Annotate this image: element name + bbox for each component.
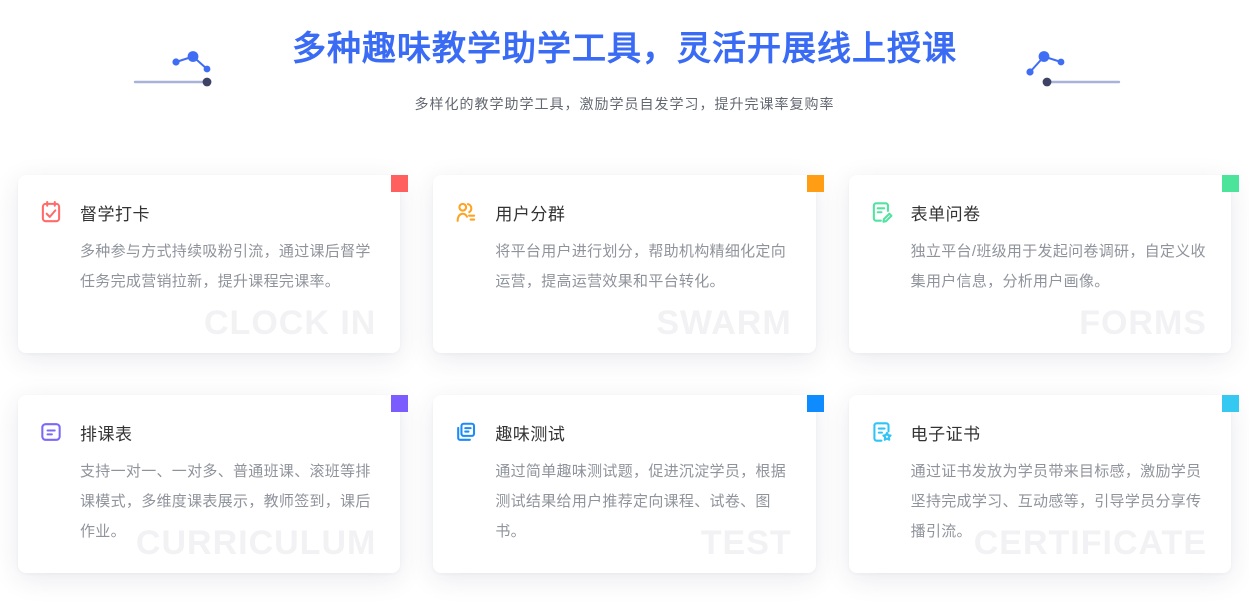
card-header: 趣味测试 xyxy=(453,419,791,445)
certificate-star-icon xyxy=(869,419,895,445)
schedule-icon xyxy=(38,419,64,445)
line-dots-decoration-left xyxy=(133,50,229,92)
feature-card-grid: 督学打卡 多种参与方式持续吸粉引流，通过课后督学任务完成营销拉新，提升课程完课率… xyxy=(18,175,1231,573)
card-title: 用户分群 xyxy=(495,200,565,225)
card-watermark: CLOCK IN xyxy=(204,304,376,343)
corner-badge xyxy=(391,175,408,192)
feature-card-schedule: 排课表 支持一对一、一对多、普通班课、滚班等排课模式，多维度课表展示，教师签到，… xyxy=(18,395,400,573)
card-watermark: FORMS xyxy=(1079,304,1207,343)
corner-badge xyxy=(1222,395,1239,412)
section-header: 多种趣味教学助学工具，灵活开展线上授课 多样化的教学助学工具，激励学员自发学习，… xyxy=(0,0,1249,114)
card-header: 表单问卷 xyxy=(869,199,1207,225)
calendar-check-icon xyxy=(38,199,64,225)
line-dots-decoration-right xyxy=(1025,50,1121,92)
feature-section: 多种趣味教学助学工具，灵活开展线上授课 多样化的教学助学工具，激励学员自发学习，… xyxy=(0,0,1249,604)
card-header: 用户分群 xyxy=(453,199,791,225)
corner-badge xyxy=(807,395,824,412)
card-header: 排课表 xyxy=(38,419,376,445)
feature-card-form-questionnaire: 表单问卷 独立平台/班级用于发起问卷调研，自定义收集用户信息，分析用户画像。 F… xyxy=(849,175,1231,353)
card-title: 趣味测试 xyxy=(495,420,565,445)
corner-badge xyxy=(1222,175,1239,192)
form-questionnaire-icon xyxy=(869,199,895,225)
corner-badge xyxy=(807,175,824,192)
user-group-icon xyxy=(453,199,479,225)
card-description: 多种参与方式持续吸粉引流，通过课后督学任务完成营销拉新，提升课程完课率。 xyxy=(80,237,376,297)
card-description: 将平台用户进行划分，帮助机构精细化定向运营，提高运营效果和平台转化。 xyxy=(495,237,791,297)
card-watermark: SWARM xyxy=(656,304,791,343)
card-description: 通过证书发放为学员带来目标感，激励学员坚持完成学习、互动感等，引导学员分享传播引… xyxy=(911,457,1207,547)
feature-card-user-segmentation: 用户分群 将平台用户进行划分，帮助机构精细化定向运营，提高运营效果和平台转化。 … xyxy=(433,175,815,353)
feature-card-clock-in: 督学打卡 多种参与方式持续吸粉引流，通过课后督学任务完成营销拉新，提升课程完课率… xyxy=(18,175,400,353)
page-subtitle: 多样化的教学助学工具，激励学员自发学习，提升完课率复购率 xyxy=(0,94,1249,114)
card-header: 电子证书 xyxy=(869,419,1207,445)
quiz-pages-icon xyxy=(453,419,479,445)
card-title: 电子证书 xyxy=(911,420,981,445)
feature-card-quiz: 趣味测试 通过简单趣味测试题，促进沉淀学员，根据测试结果给用户推荐定向课程、试卷… xyxy=(433,395,815,573)
card-description: 独立平台/班级用于发起问卷调研，自定义收集用户信息，分析用户画像。 xyxy=(911,237,1207,297)
corner-badge xyxy=(391,395,408,412)
card-title: 表单问卷 xyxy=(911,200,981,225)
card-description: 通过简单趣味测试题，促进沉淀学员，根据测试结果给用户推荐定向课程、试卷、图书。 xyxy=(495,457,791,547)
card-header: 督学打卡 xyxy=(38,199,376,225)
feature-card-certificate: 电子证书 通过证书发放为学员带来目标感，激励学员坚持完成学习、互动感等，引导学员… xyxy=(849,395,1231,573)
card-title: 督学打卡 xyxy=(80,200,150,225)
card-title: 排课表 xyxy=(80,420,133,445)
card-description: 支持一对一、一对多、普通班课、滚班等排课模式，多维度课表展示，教师签到，课后作业… xyxy=(80,457,376,547)
